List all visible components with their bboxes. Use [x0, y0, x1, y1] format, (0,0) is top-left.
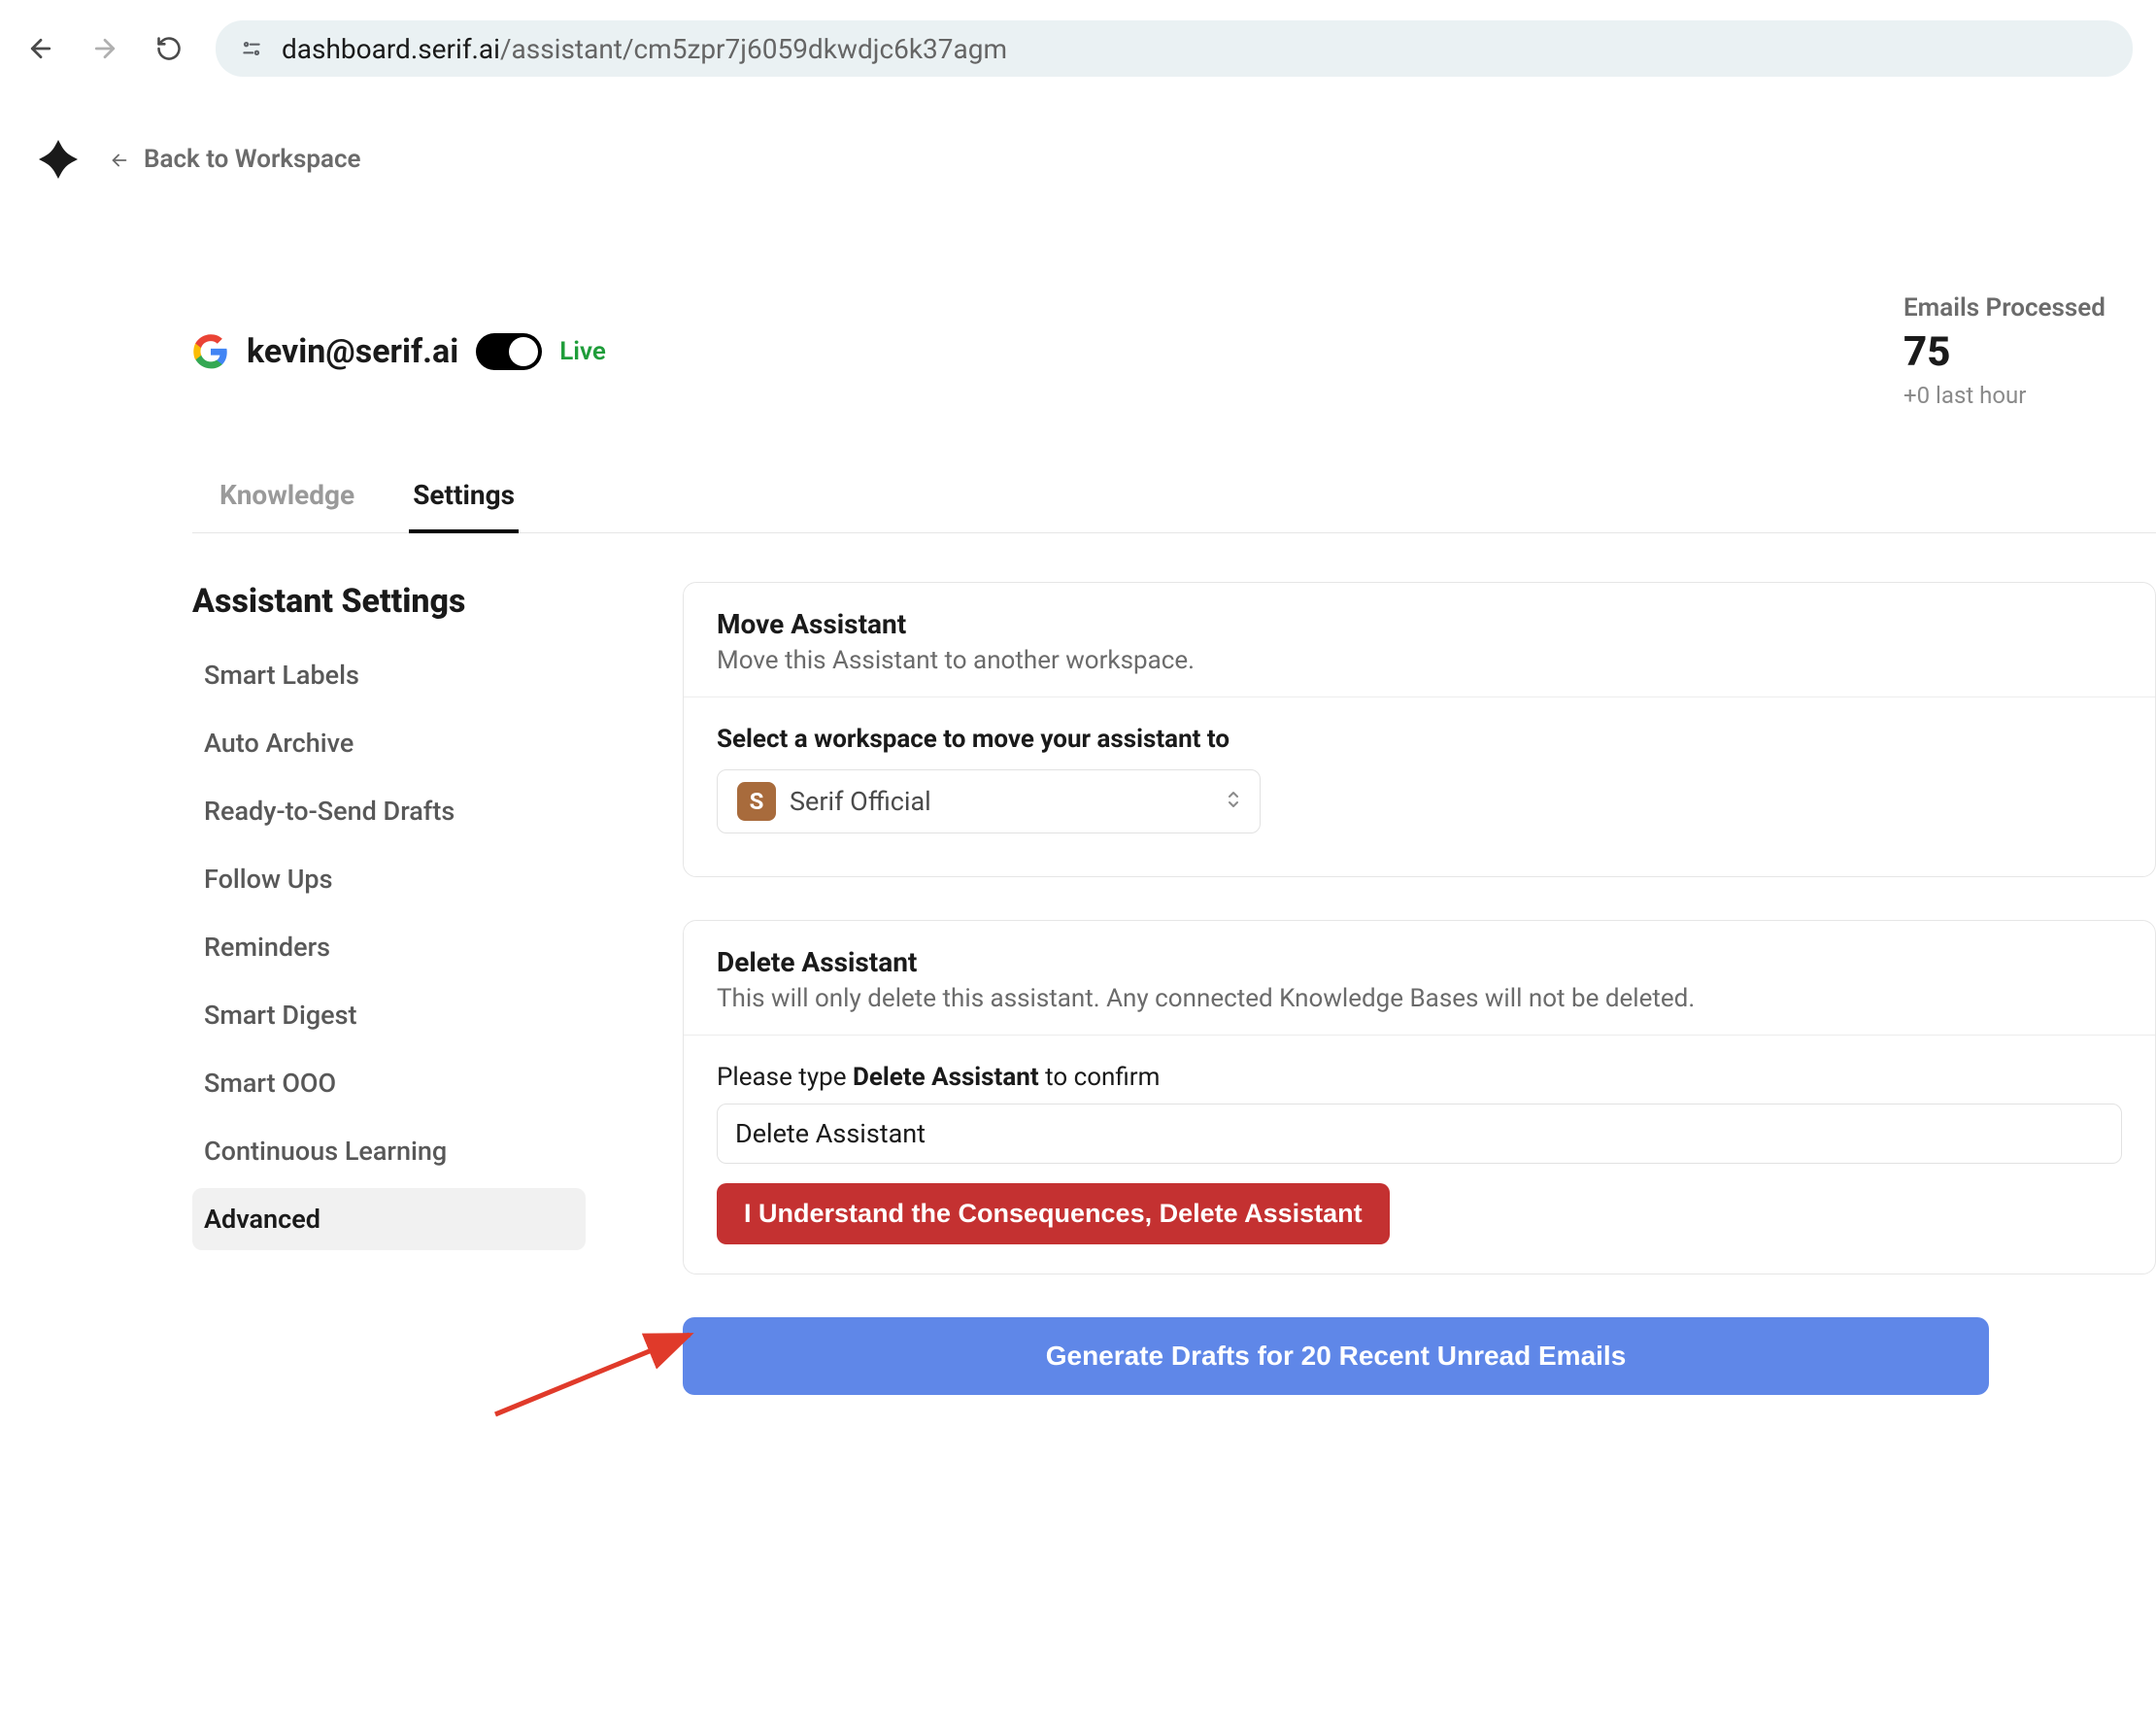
delete-assistant-title: Delete Assistant — [717, 946, 2122, 978]
browser-bar: dashboard.serif.ai/assistant/cm5zpr7j605… — [0, 0, 2156, 97]
sidebar-title: Assistant Settings — [192, 582, 586, 621]
workspace-select-value: Serif Official — [790, 786, 931, 817]
delete-assistant-card: Delete Assistant This will only delete t… — [683, 920, 2156, 1274]
workspace-select[interactable]: S Serif Official — [717, 769, 1261, 833]
arrow-left-icon — [109, 149, 130, 170]
sidebar-item-advanced[interactable]: Advanced — [192, 1188, 586, 1250]
stats-sub: +0 last hour — [1903, 382, 2156, 409]
sidebar-item-follow-ups[interactable]: Follow Ups — [192, 848, 586, 910]
google-icon — [192, 333, 229, 370]
browser-forward-button[interactable] — [87, 31, 122, 66]
secondary-header: Back to Workspace — [0, 97, 2156, 187]
tab-settings[interactable]: Settings — [413, 467, 515, 532]
browser-reload-button[interactable] — [152, 31, 186, 66]
move-assistant-card: Move Assistant Move this Assistant to an… — [683, 582, 2156, 877]
delete-confirm-label: Please type Delete Assistant to confirm — [717, 1063, 2122, 1092]
move-assistant-desc: Move this Assistant to another workspace… — [717, 646, 2122, 675]
stats-label: Emails Processed — [1903, 293, 2156, 323]
sidebar-item-continuous-learning[interactable]: Continuous Learning — [192, 1120, 586, 1182]
delete-assistant-button[interactable]: I Understand the Consequences, Delete As… — [717, 1183, 1390, 1244]
account-email: kevin@serif.ai — [247, 332, 458, 371]
live-status-label: Live — [559, 337, 606, 366]
live-toggle[interactable] — [476, 333, 542, 370]
browser-back-button[interactable] — [23, 31, 58, 66]
back-to-workspace-label: Back to Workspace — [144, 145, 361, 174]
tab-knowledge[interactable]: Knowledge — [219, 467, 354, 532]
workspace-badge: S — [737, 782, 776, 821]
emails-processed-stats: Emails Processed 75 +0 last hour — [1903, 293, 2156, 409]
settings-sidebar: Assistant Settings Smart Labels Auto Arc… — [192, 582, 586, 1395]
workspace-select-label: Select a workspace to move your assistan… — [717, 725, 2122, 754]
site-info-icon[interactable] — [239, 36, 264, 61]
delete-assistant-desc: This will only delete this assistant. An… — [717, 984, 2122, 1013]
sidebar-item-ready-to-send-drafts[interactable]: Ready-to-Send Drafts — [192, 780, 586, 842]
sidebar-item-auto-archive[interactable]: Auto Archive — [192, 712, 586, 774]
sidebar-item-reminders[interactable]: Reminders — [192, 916, 586, 978]
sidebar-item-smart-labels[interactable]: Smart Labels — [192, 644, 586, 706]
sidebar-item-smart-ooo[interactable]: Smart OOO — [192, 1052, 586, 1114]
stats-value: 75 — [1903, 328, 2156, 376]
browser-url-bar[interactable]: dashboard.serif.ai/assistant/cm5zpr7j605… — [216, 20, 2133, 77]
back-to-workspace-link[interactable]: Back to Workspace — [109, 145, 361, 174]
tabs: Knowledge Settings — [192, 467, 2156, 533]
url-text: dashboard.serif.ai/assistant/cm5zpr7j605… — [282, 33, 1007, 65]
generate-drafts-button[interactable]: Generate Drafts for 20 Recent Unread Ema… — [683, 1317, 1989, 1395]
account-header: kevin@serif.ai Live Emails Processed 75 … — [192, 293, 2156, 409]
move-assistant-title: Move Assistant — [717, 608, 2122, 640]
app-logo-icon — [35, 136, 82, 183]
sidebar-item-smart-digest[interactable]: Smart Digest — [192, 984, 586, 1046]
chevron-updown-icon — [1225, 786, 1242, 817]
delete-confirm-input[interactable] — [717, 1104, 2122, 1164]
